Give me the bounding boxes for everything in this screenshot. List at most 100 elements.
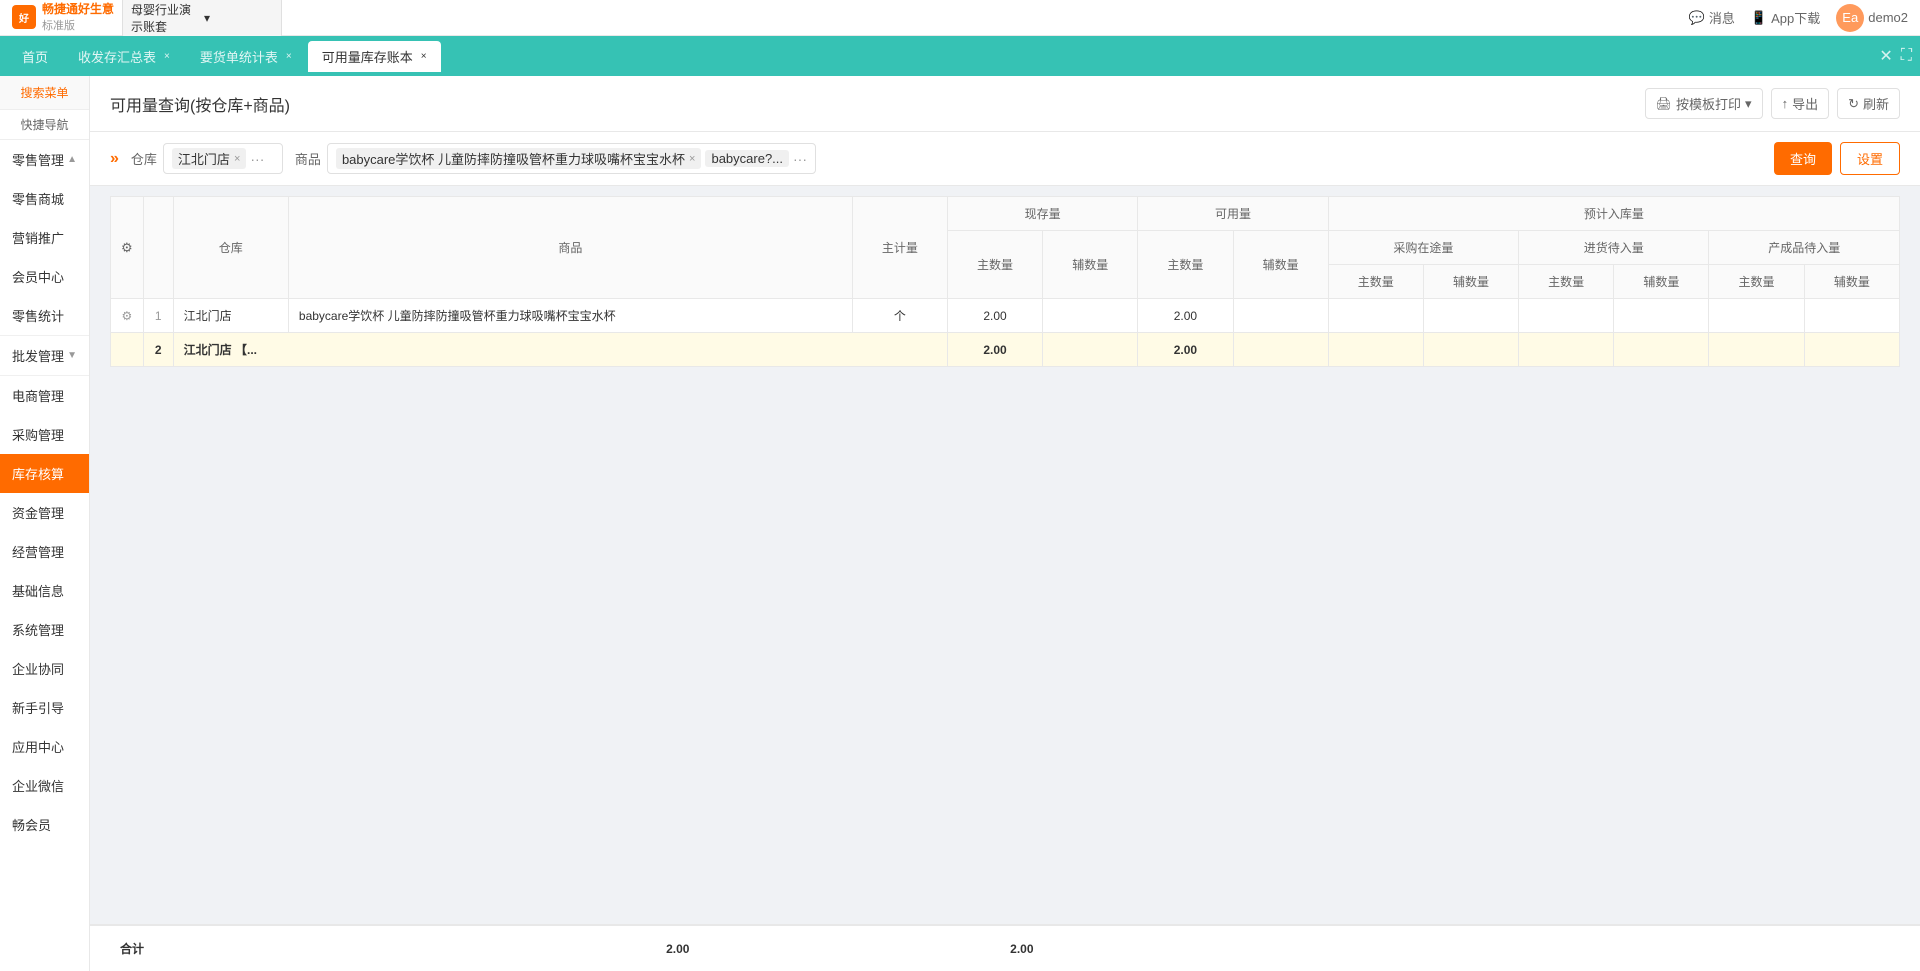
goods-more-icon[interactable]: ··· — [793, 151, 807, 167]
col-pur-main-header: 主数量 — [1328, 265, 1423, 299]
table-footer: 合计 2.00 2.00 — [90, 924, 1920, 971]
row-gear[interactable]: ⚙ — [111, 299, 144, 333]
goods-tag-1-remove[interactable]: × — [689, 153, 695, 165]
col-pur-aux-header: 辅数量 — [1423, 265, 1518, 299]
tab-available-stock[interactable]: 可用量库存账本 × — [308, 41, 441, 72]
export-label: 导出 — [1792, 94, 1818, 113]
sidebar-label: 系统管理 — [12, 620, 64, 639]
sidebar-section-retail: 零售管理 ▲ 零售商城 营销推广 会员中心 零售统计 — [0, 140, 89, 336]
subtotal-num: 2 — [143, 333, 173, 367]
sidebar-label: 会员中心 — [12, 267, 64, 286]
print-button[interactable]: 🖨 按模板打印 ▾ — [1645, 88, 1763, 119]
sidebar-item-enterprise[interactable]: 企业协同 — [0, 649, 89, 688]
col-rownum-header — [143, 197, 173, 299]
sidebar-item-retail-mall[interactable]: 零售商城 — [0, 179, 89, 218]
sidebar-item-purchase[interactable]: 采购管理 — [0, 415, 89, 454]
col-product-aux-header: 辅数量 — [1804, 265, 1899, 299]
logo-text: 畅捷通好生意 — [42, 2, 114, 16]
sidebar-item-member[interactable]: 会员中心 — [0, 257, 89, 296]
logo-sub: 标准版 — [42, 17, 114, 33]
warehouse-more-icon[interactable]: ··· — [250, 151, 264, 167]
store-name: 母婴行业演示账套 — [131, 1, 200, 35]
sidebar-item-operations[interactable]: 经营管理 — [0, 532, 89, 571]
sidebar-item-newguide[interactable]: 新手引导 — [0, 688, 89, 727]
tab-home[interactable]: 首页 — [8, 41, 62, 72]
logo-icon: 好 — [12, 5, 36, 29]
row-product-main — [1709, 299, 1804, 333]
close-icon[interactable]: × — [286, 51, 292, 62]
sidebar-label: 采购管理 — [12, 425, 64, 444]
refresh-button[interactable]: ↻ 刷新 — [1837, 88, 1900, 119]
message-icon: 💬 — [1689, 10, 1705, 26]
user-area[interactable]: Ea demo2 — [1836, 4, 1908, 32]
footer-avail-main: 2.00 — [904, 934, 1139, 963]
subtotal-product-aux — [1804, 333, 1899, 367]
arrow-icon: ▲ — [67, 154, 77, 165]
subtotal-stock-aux — [1043, 333, 1138, 367]
sidebar-item-vip[interactable]: 畅会员 — [0, 805, 89, 844]
sidebar-item-finance[interactable]: 资金管理 — [0, 493, 89, 532]
sidebar-item-appstore[interactable]: 应用中心 — [0, 727, 89, 766]
query-button[interactable]: 查询 — [1774, 142, 1832, 175]
sidebar-item-retail-mgmt[interactable]: 零售管理 ▲ — [0, 140, 89, 179]
sidebar-item-basic-info[interactable]: 基础信息 — [0, 571, 89, 610]
subtotal-inbound-main — [1519, 333, 1614, 367]
sidebar-item-marketing[interactable]: 营销推广 — [0, 218, 89, 257]
message-action[interactable]: 💬 消息 — [1689, 8, 1735, 27]
tab-receive-summary[interactable]: 收发存汇总表 × — [64, 41, 184, 72]
sidebar-quick-nav[interactable]: 快捷导航 — [0, 110, 89, 140]
export-button[interactable]: ↑ 导出 — [1771, 88, 1830, 119]
warehouse-filter-input[interactable]: 江北门店 × ··· — [163, 143, 283, 174]
sidebar: 搜索菜单 快捷导航 零售管理 ▲ 零售商城 营销推广 会员中心 零售统计 批发管… — [0, 76, 90, 971]
sidebar-item-system[interactable]: 系统管理 — [0, 610, 89, 649]
footer-product-aux — [1791, 934, 1900, 963]
row-avail-aux — [1233, 299, 1328, 333]
store-selector[interactable]: 母婴行业演示账套 ▾ — [122, 0, 282, 39]
warehouse-tag-remove[interactable]: × — [234, 153, 240, 165]
sidebar-item-ecommerce[interactable]: 电商管理 — [0, 376, 89, 415]
print-icon: 🖨 — [1656, 96, 1673, 112]
app-download-action[interactable]: 📱 App下载 — [1751, 8, 1820, 27]
sidebar-item-stock[interactable]: 库存核算 — [0, 454, 89, 493]
chevron-down-icon: ▾ — [1745, 96, 1752, 112]
gear-icon[interactable]: ⚙ — [121, 240, 133, 255]
goods-filter-input[interactable]: babycare学饮杯 儿童防摔防撞吸管杯重力球吸嘴杯宝宝水杯 × babyca… — [327, 143, 816, 174]
sidebar-label: 电商管理 — [12, 386, 64, 405]
nav-tabs: 首页 收发存汇总表 × 要货单统计表 × 可用量库存账本 × ✕ ⛶ — [0, 36, 1920, 76]
warehouse-tag-value: 江北门店 — [178, 149, 230, 168]
maximize-icon[interactable]: ⛶ — [1901, 47, 1912, 65]
close-icon[interactable]: × — [164, 51, 170, 62]
settings-button[interactable]: 设置 — [1840, 142, 1900, 175]
subtotal-pur-main — [1328, 333, 1423, 367]
goods-tag-2: babycare?... — [705, 150, 789, 167]
footer-avail-aux — [1140, 934, 1249, 963]
top-bar-right: 💬 消息 📱 App下载 Ea demo2 — [1689, 4, 1908, 32]
goods-filter-group: 商品 babycare学饮杯 儿童防摔防撞吸管杯重力球吸嘴杯宝宝水杯 × bab… — [295, 143, 816, 174]
content-area: 可用量查询(按仓库+商品) 🖨 按模板打印 ▾ ↑ 导出 ↻ 刷新 » — [90, 76, 1920, 971]
footer-inbound-main — [1465, 934, 1574, 963]
filter-toggle-button[interactable]: » — [110, 150, 119, 168]
refresh-label: 刷新 — [1863, 94, 1889, 113]
sidebar-label: 畅会员 — [12, 815, 51, 834]
filter-area: » 仓库 江北门店 × ··· 商品 babycare学饮杯 儿童防摔防撞吸管杯… — [90, 132, 1920, 186]
close-window-icon[interactable]: ✕ — [1879, 46, 1892, 66]
close-icon[interactable]: × — [421, 51, 427, 62]
tab-order-stats[interactable]: 要货单统计表 × — [186, 41, 306, 72]
mobile-icon: 📱 — [1751, 10, 1767, 26]
tab-receive-summary-label: 收发存汇总表 — [78, 47, 156, 66]
sidebar-label: 营销推广 — [12, 228, 64, 247]
footer-pur-aux — [1357, 934, 1466, 963]
logo-area: 好 畅捷通好生意 标准版 — [12, 2, 114, 32]
footer-unit — [480, 934, 560, 963]
col-gear-header: ⚙ — [111, 197, 144, 299]
row-goods: babycare学饮杯 儿童防摔防撞吸管杯重力球吸嘴杯宝宝水杯 — [288, 299, 852, 333]
sidebar-label: 零售商城 — [12, 189, 64, 208]
app-download-label: App下载 — [1771, 8, 1820, 27]
sidebar-item-wholesale[interactable]: 批发管理 ▼ — [0, 336, 89, 375]
sidebar-item-retail-stats[interactable]: 零售统计 — [0, 296, 89, 335]
row-num: 1 — [143, 299, 173, 333]
sidebar-search-button[interactable]: 搜索菜单 — [8, 84, 81, 101]
sidebar-item-wxwork[interactable]: 企业微信 — [0, 766, 89, 805]
row-unit: 个 — [852, 299, 947, 333]
sidebar-label: 零售管理 — [12, 150, 64, 169]
